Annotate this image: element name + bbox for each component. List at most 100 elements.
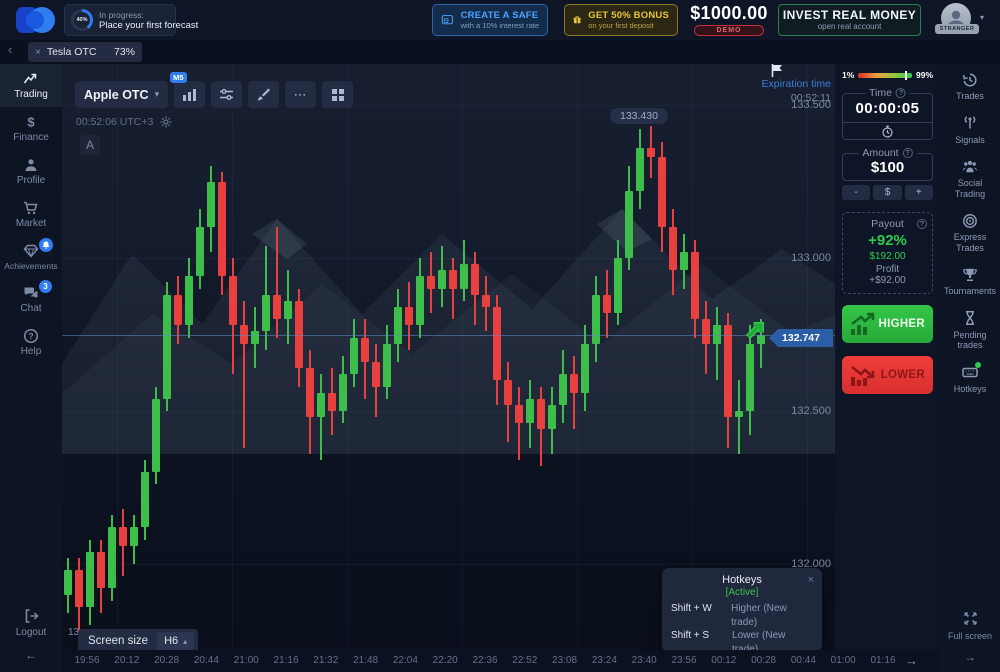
- onboarding-progress-widget[interactable]: 40% In progress: Place your first foreca…: [64, 4, 176, 36]
- invest-real-money-button[interactable]: INVEST REAL MONEY open real account: [778, 4, 921, 36]
- hotkeys-overlay: Hotkeys [Active] × Shift + WHigher (New …: [662, 568, 822, 650]
- sidebar-item-market[interactable]: Market: [0, 193, 62, 236]
- candle-wick: [320, 374, 322, 460]
- sidebar-item-achievements[interactable]: Achievements: [0, 236, 62, 278]
- candle-wick: [452, 258, 454, 319]
- help-icon[interactable]: ?: [903, 148, 913, 158]
- expiration-time: 00:52:11: [762, 92, 831, 104]
- chart-surface[interactable]: 133.500133.000132.500132.000 132.747 133…: [62, 64, 835, 650]
- candle-body: [174, 295, 182, 326]
- time-axis[interactable]: → 19:5620:1220:2820:4421:0021:1621:3221:…: [62, 650, 940, 672]
- candle-wick: [716, 307, 718, 380]
- app-logo-icon[interactable]: [14, 5, 58, 35]
- gridline: [117, 64, 118, 650]
- lower-button[interactable]: LOWER: [842, 356, 933, 394]
- chart-type-button[interactable]: M5: [174, 81, 205, 108]
- rail-item-trades[interactable]: Trades: [940, 64, 1000, 108]
- user-menu[interactable]: STRANGER ▾: [933, 3, 983, 37]
- expand-rail-icon[interactable]: →: [940, 650, 1000, 664]
- candle-body: [207, 182, 215, 228]
- chart-toolbar: Apple OTC ▾ M5 ⋯: [75, 81, 353, 108]
- sidebar-item-logout[interactable]: Logout: [0, 607, 62, 638]
- time-axis-label: 22:52: [512, 655, 537, 666]
- time-axis-label: 23:24: [592, 655, 617, 666]
- rail-item-signals[interactable]: Signals: [940, 108, 1000, 152]
- svg-text:?: ?: [28, 331, 33, 341]
- create-safe-banner[interactable]: CREATE A SAFE with a 10% interest rate: [432, 4, 548, 36]
- sidebar-item-chat[interactable]: Chat3: [0, 278, 62, 321]
- payout-info: Payout ? +92% $192.00 Profit +$92.00: [842, 212, 933, 294]
- asset-select-label: Apple OTC: [84, 88, 149, 102]
- drawing-tools-button[interactable]: [248, 81, 279, 108]
- hotkey-row: Shift + SLower (New trade): [671, 629, 813, 650]
- person-icon: [0, 156, 62, 173]
- server-clock: 00:52:06 UTC+3: [76, 116, 172, 128]
- trophy-icon: [940, 266, 1000, 283]
- sidebar-item-profile[interactable]: Profile: [0, 150, 62, 193]
- hotkeys-title: Hotkeys: [671, 574, 813, 586]
- sidebar-item-trading[interactable]: Trading: [0, 64, 62, 107]
- screen-size-select[interactable]: H6 ▴: [157, 632, 194, 650]
- time-axis-label: 21:16: [273, 655, 298, 666]
- scroll-right-arrow-icon[interactable]: →: [905, 653, 918, 668]
- higher-button[interactable]: HIGHER: [842, 305, 933, 343]
- amount-field: Amount? $100: [842, 153, 933, 181]
- candle-body: [218, 182, 226, 277]
- help-icon[interactable]: ?: [896, 88, 906, 98]
- candle-body: [229, 276, 237, 325]
- candle-body: [603, 295, 611, 313]
- time-axis-label: 21:32: [313, 655, 338, 666]
- bonus-banner[interactable]: GET 50% BONUS on your first deposit: [564, 4, 678, 36]
- time-axis-label: 23:08: [552, 655, 577, 666]
- more-tools-button[interactable]: ⋯: [285, 81, 316, 108]
- close-tab-icon[interactable]: ×: [35, 47, 41, 58]
- candle-body: [251, 331, 259, 343]
- amount-increase-button[interactable]: +: [905, 185, 933, 200]
- rail-item-social-trading[interactable]: Social Trading: [940, 151, 1000, 205]
- close-icon[interactable]: ×: [808, 574, 814, 586]
- gridline: [62, 564, 835, 565]
- collapse-sidebar-icon[interactable]: ←: [0, 648, 62, 662]
- time-axis-label: 00:28: [751, 655, 776, 666]
- gear-icon[interactable]: [160, 116, 172, 128]
- rail-item-hotkeys[interactable]: Hotkeys: [940, 357, 1000, 401]
- candle-body: [460, 264, 468, 288]
- asset-tab-tesla[interactable]: × Tesla OTC 73%: [28, 42, 142, 62]
- current-price-line: [62, 335, 835, 336]
- fullscreen-icon: [963, 611, 978, 626]
- rail-item-tournaments[interactable]: Tournaments: [940, 259, 1000, 303]
- rail-item-express-trades[interactable]: Express Trades: [940, 205, 1000, 259]
- candle-body: [504, 380, 512, 404]
- trades-icon: [940, 71, 1000, 88]
- chart-down-icon: [850, 363, 876, 387]
- amount-decrease-button[interactable]: -: [842, 185, 870, 200]
- amount-currency-button[interactable]: $: [873, 185, 901, 200]
- candle-body: [284, 301, 292, 319]
- sentiment-low: 1%: [842, 70, 854, 80]
- annotation-marker[interactable]: A: [80, 135, 100, 155]
- indicators-button[interactable]: [211, 81, 242, 108]
- account-balance[interactable]: $1000.00 DEMO: [686, 3, 772, 36]
- invest-subtitle: open real account: [779, 22, 920, 31]
- layout-grid-button[interactable]: [322, 81, 353, 108]
- gridline: [347, 64, 348, 650]
- candle-body: [130, 527, 138, 545]
- candle-body: [515, 405, 523, 423]
- sidebar-item-finance[interactable]: $ Finance: [0, 107, 62, 150]
- top-bar: 40% In progress: Place your first foreca…: [0, 0, 1000, 40]
- timer-mode-button[interactable]: [843, 122, 932, 139]
- candle-body: [416, 276, 424, 325]
- session-high-label: 133.430: [610, 108, 668, 124]
- help-icon[interactable]: ?: [917, 219, 927, 229]
- svg-text:$: $: [27, 114, 35, 129]
- fullscreen-button[interactable]: Full screen: [940, 610, 1000, 641]
- payout-label: Payout: [847, 218, 928, 230]
- active-status-dot: [975, 362, 981, 368]
- tabs-back-chevron-icon[interactable]: ‹: [8, 42, 12, 57]
- sidebar-item-help[interactable]: ? Help: [0, 321, 62, 364]
- candle-body: [405, 307, 413, 325]
- rail-item-pending-trades[interactable]: Pending trades: [940, 303, 1000, 357]
- asset-select-dropdown[interactable]: Apple OTC ▾: [75, 81, 168, 108]
- clock-text: 00:52:06 UTC+3: [76, 116, 153, 128]
- time-axis-label: 20:44: [194, 655, 219, 666]
